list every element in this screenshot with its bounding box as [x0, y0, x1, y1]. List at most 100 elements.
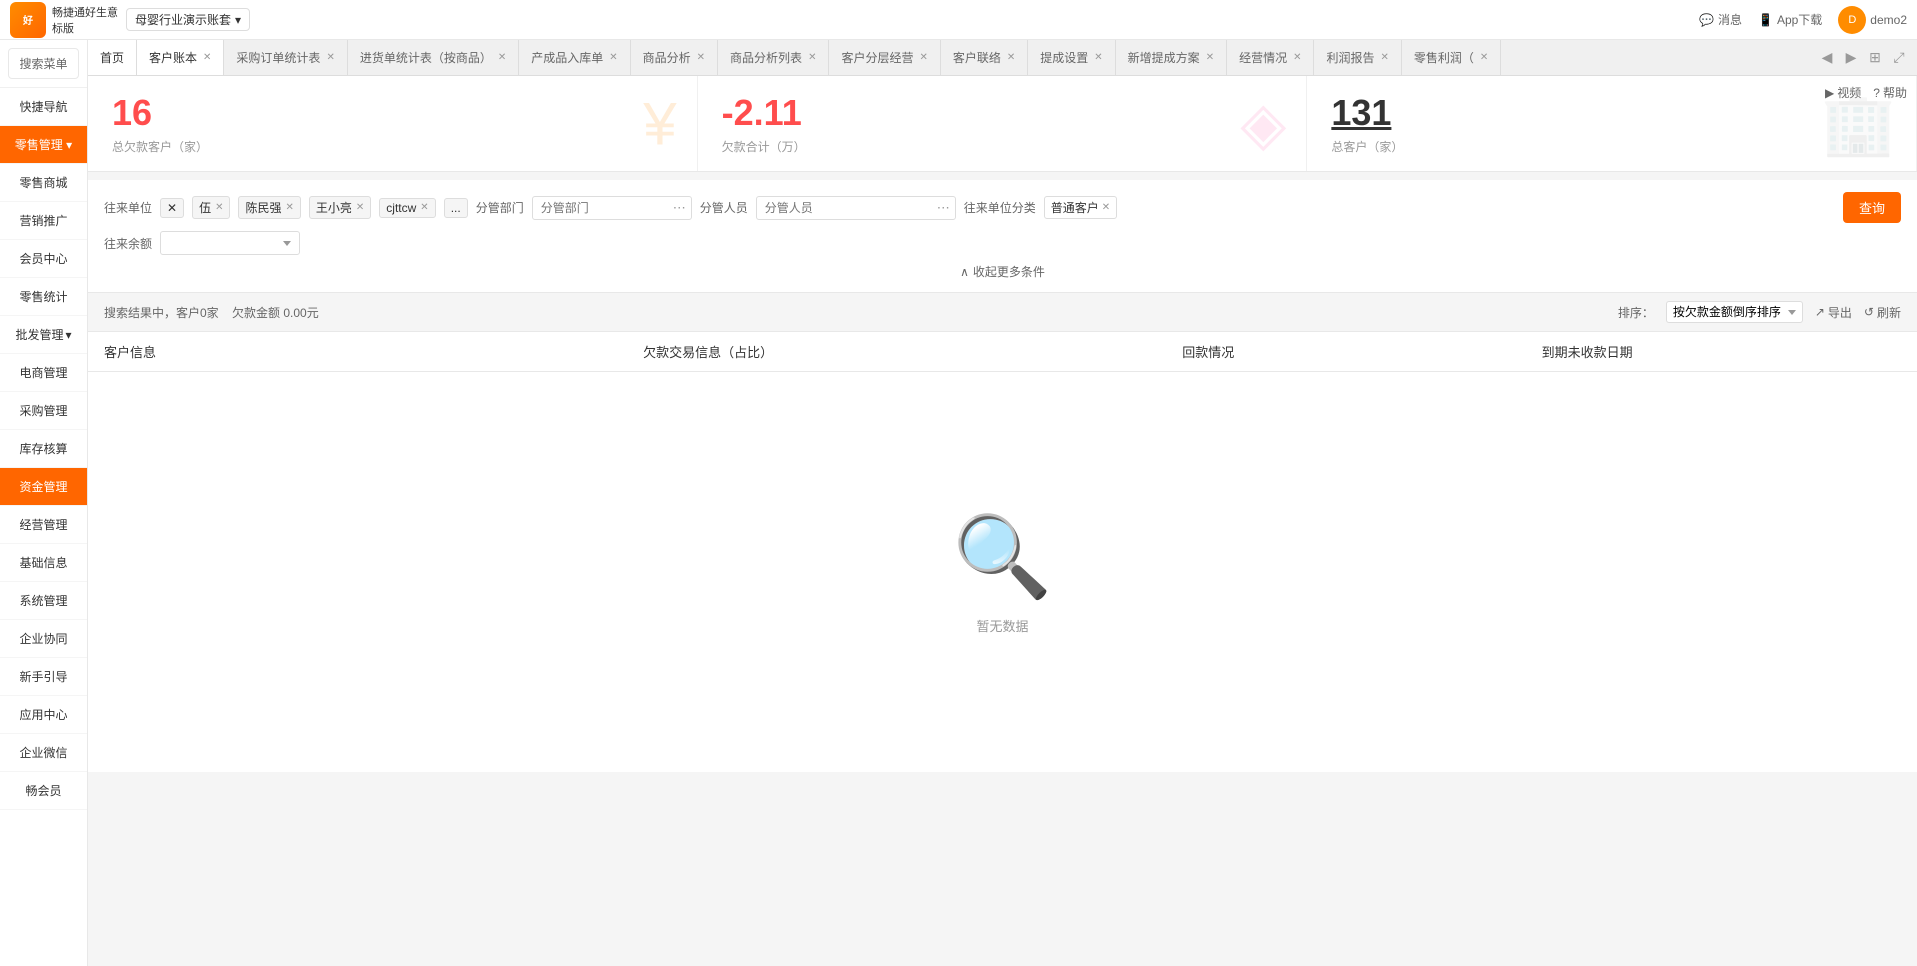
download-icon: 📱 — [1758, 13, 1773, 27]
page-content: ¥ 16 总欠款客户（家） ◈ -2.11 欠款合计（万） 🏢 131 总客户（… — [88, 76, 1917, 966]
col-debt-info: 欠款交易信息（占比） — [643, 342, 1182, 361]
remove-tag-cjttcw[interactable]: ✕ — [420, 202, 428, 213]
app-download-btn[interactable]: 📱 App下载 — [1758, 11, 1822, 28]
logo-text: 畅捷通好生意 标版 — [52, 4, 118, 36]
remove-tag-chen[interactable]: ✕ — [286, 202, 294, 213]
sidebar-item-finance[interactable]: 资金管理 — [0, 468, 87, 506]
tab-profit[interactable]: 利润报告 ✕ — [1314, 40, 1401, 76]
search-menu-button[interactable]: 搜索菜单 — [8, 48, 79, 79]
tab-raise-settings[interactable]: 提成设置 ✕ — [1028, 40, 1115, 76]
export-icon: ↗ — [1815, 305, 1825, 319]
main-layout: 搜索菜单 快捷导航 零售管理 ▾ 零售商城 营销推广 会员中心 零售统计 批发管… — [0, 40, 1917, 966]
filter-tag-wu[interactable]: 伍 ✕ — [192, 196, 230, 219]
sidebar-item-retail[interactable]: 零售管理 ▾ — [0, 126, 87, 164]
logo-icon: 好 — [10, 2, 46, 38]
dept-filter-label: 分管部门 — [476, 199, 524, 216]
filter-tag-more[interactable]: ... — [444, 198, 468, 218]
sidebar-item-member[interactable]: 会员中心 — [0, 240, 87, 278]
sidebar-item-shop[interactable]: 零售商城 — [0, 164, 87, 202]
tab-close-10[interactable]: ✕ — [1206, 52, 1214, 63]
tab-close-6[interactable]: ✕ — [808, 52, 816, 63]
sidebar-item-newuser[interactable]: 新手引导 — [0, 658, 87, 696]
company-select[interactable]: 母婴行业演示账套 ▾ — [126, 8, 250, 31]
sidebar-item-vip[interactable]: 畅会员 — [0, 772, 87, 810]
top-bar: 好 畅捷通好生意 标版 母婴行业演示账套 ▾ 💬 消息 📱 App下载 D de… — [0, 0, 1917, 40]
sidebar-item-stats[interactable]: 零售统计 — [0, 278, 87, 316]
category-tag[interactable]: 普通客户 ✕ — [1044, 196, 1117, 219]
tab-retail-profit[interactable]: 零售利润（ ✕ — [1402, 40, 1501, 76]
filter-tag-cjttcw[interactable]: cjttcw ✕ — [379, 198, 435, 218]
refresh-button[interactable]: ↺ 刷新 — [1864, 304, 1901, 321]
sidebar-item-quicknav[interactable]: 快捷导航 — [0, 88, 87, 126]
tab-goods-analysis[interactable]: 商品分析 ✕ — [631, 40, 718, 76]
tab-fullscreen-btn[interactable]: ⤢ — [1889, 48, 1909, 68]
dept-filter-dots[interactable]: ⋯ — [673, 200, 686, 216]
tab-close-12[interactable]: ✕ — [1381, 52, 1389, 63]
person-filter-dots[interactable]: ⋯ — [937, 200, 950, 216]
tab-purchase-order[interactable]: 采购订单统计表 ✕ — [224, 40, 347, 76]
tab-operation[interactable]: 经营情况 ✕ — [1227, 40, 1314, 76]
tab-instock[interactable]: 进货单统计表（按商品） ✕ — [348, 40, 519, 76]
tab-new-raise[interactable]: 新增提成方案 ✕ — [1116, 40, 1227, 76]
sidebar-item-operation[interactable]: 经营管理 — [0, 506, 87, 544]
sidebar-item-ecommerce[interactable]: 电商管理 — [0, 354, 87, 392]
debt-customers-label: 总欠款客户（家） — [112, 138, 673, 155]
remove-tag-wu[interactable]: ✕ — [215, 202, 223, 213]
sort-select[interactable]: 按欠款金额倒序排序 — [1666, 301, 1803, 323]
tab-close-13[interactable]: ✕ — [1480, 52, 1488, 63]
tab-expand-btn[interactable]: ⊞ — [1865, 48, 1885, 68]
empty-icon: 🔍 — [953, 510, 1053, 604]
sidebar-item-wholesale[interactable]: 批发管理 ▾ — [0, 316, 87, 354]
query-button[interactable]: 查询 — [1843, 192, 1901, 223]
tab-customer-tier[interactable]: 客户分层经营 ✕ — [829, 40, 940, 76]
tab-close-9[interactable]: ✕ — [1094, 52, 1102, 63]
tab-home[interactable]: 首页 — [88, 40, 137, 76]
person-filter-input[interactable] — [756, 196, 956, 220]
sidebar-item-marketing[interactable]: 营销推广 — [0, 202, 87, 240]
help-link[interactable]: ? 帮助 — [1873, 84, 1907, 101]
tab-customer[interactable]: 客户账本 ✕ — [137, 40, 224, 76]
filter-tag-remove-btn[interactable]: ✕ — [160, 198, 184, 218]
tab-prev-btn[interactable]: ◀ — [1817, 48, 1837, 68]
tab-close-customer[interactable]: ✕ — [203, 52, 211, 63]
tab-close-4[interactable]: ✕ — [609, 52, 617, 63]
chevron-down-icon: ▾ — [65, 328, 71, 342]
dept-filter-input[interactable] — [532, 196, 692, 220]
tab-close-5[interactable]: ✕ — [697, 52, 705, 63]
tab-goods-list[interactable]: 商品分析列表 ✕ — [718, 40, 829, 76]
sidebar: 搜索菜单 快捷导航 零售管理 ▾ 零售商城 营销推广 会员中心 零售统计 批发管… — [0, 40, 88, 966]
video-link[interactable]: ▶ 视频 — [1825, 84, 1861, 101]
sidebar-item-system[interactable]: 系统管理 — [0, 582, 87, 620]
tab-close-11[interactable]: ✕ — [1293, 52, 1301, 63]
collapse-button[interactable]: ∧ 收起更多条件 — [104, 263, 1901, 280]
sidebar-item-wechat[interactable]: 企业微信 — [0, 734, 87, 772]
user-menu[interactable]: D demo2 — [1838, 6, 1907, 34]
tab-close-2[interactable]: ✕ — [326, 52, 334, 63]
remove-tag-wang[interactable]: ✕ — [356, 202, 364, 213]
sidebar-item-basic[interactable]: 基础信息 — [0, 544, 87, 582]
message-btn[interactable]: 💬 消息 — [1699, 11, 1742, 28]
remainder-filter-select[interactable] — [160, 231, 300, 255]
tag-label: cjttcw — [386, 201, 416, 215]
tab-bar-actions: ◀ ▶ ⊞ ⤢ — [1809, 48, 1917, 68]
tab-close-3[interactable]: ✕ — [498, 52, 506, 63]
chevron-down-icon: ▾ — [66, 138, 72, 152]
remove-category-tag[interactable]: ✕ — [1102, 202, 1110, 213]
sidebar-item-inventory[interactable]: 库存核算 — [0, 430, 87, 468]
tab-close-8[interactable]: ✕ — [1007, 52, 1015, 63]
tab-close-7[interactable]: ✕ — [919, 52, 927, 63]
sidebar-item-enterprise[interactable]: 企业协同 — [0, 620, 87, 658]
tab-production[interactable]: 产成品入库单 ✕ — [519, 40, 630, 76]
tab-next-btn[interactable]: ▶ — [1841, 48, 1861, 68]
debt-total-number: -2.11 — [722, 92, 1283, 134]
filter-tag-wang[interactable]: 王小亮 ✕ — [309, 196, 371, 219]
sidebar-item-purchase[interactable]: 采购管理 — [0, 392, 87, 430]
total-customers-number: 131 — [1331, 92, 1892, 134]
filter-tag-chen[interactable]: 陈民强 ✕ — [238, 196, 300, 219]
tab-customer-contact[interactable]: 客户联络 ✕ — [941, 40, 1028, 76]
video-icon: ▶ — [1825, 86, 1834, 100]
export-button[interactable]: ↗ 导出 — [1815, 304, 1852, 321]
filter-row-1: 往来单位 ✕ 伍 ✕ 陈民强 ✕ 王小亮 ✕ — [104, 192, 1901, 223]
debt-total-label: 欠款合计（万） — [722, 138, 1283, 155]
sidebar-item-appcenter[interactable]: 应用中心 — [0, 696, 87, 734]
